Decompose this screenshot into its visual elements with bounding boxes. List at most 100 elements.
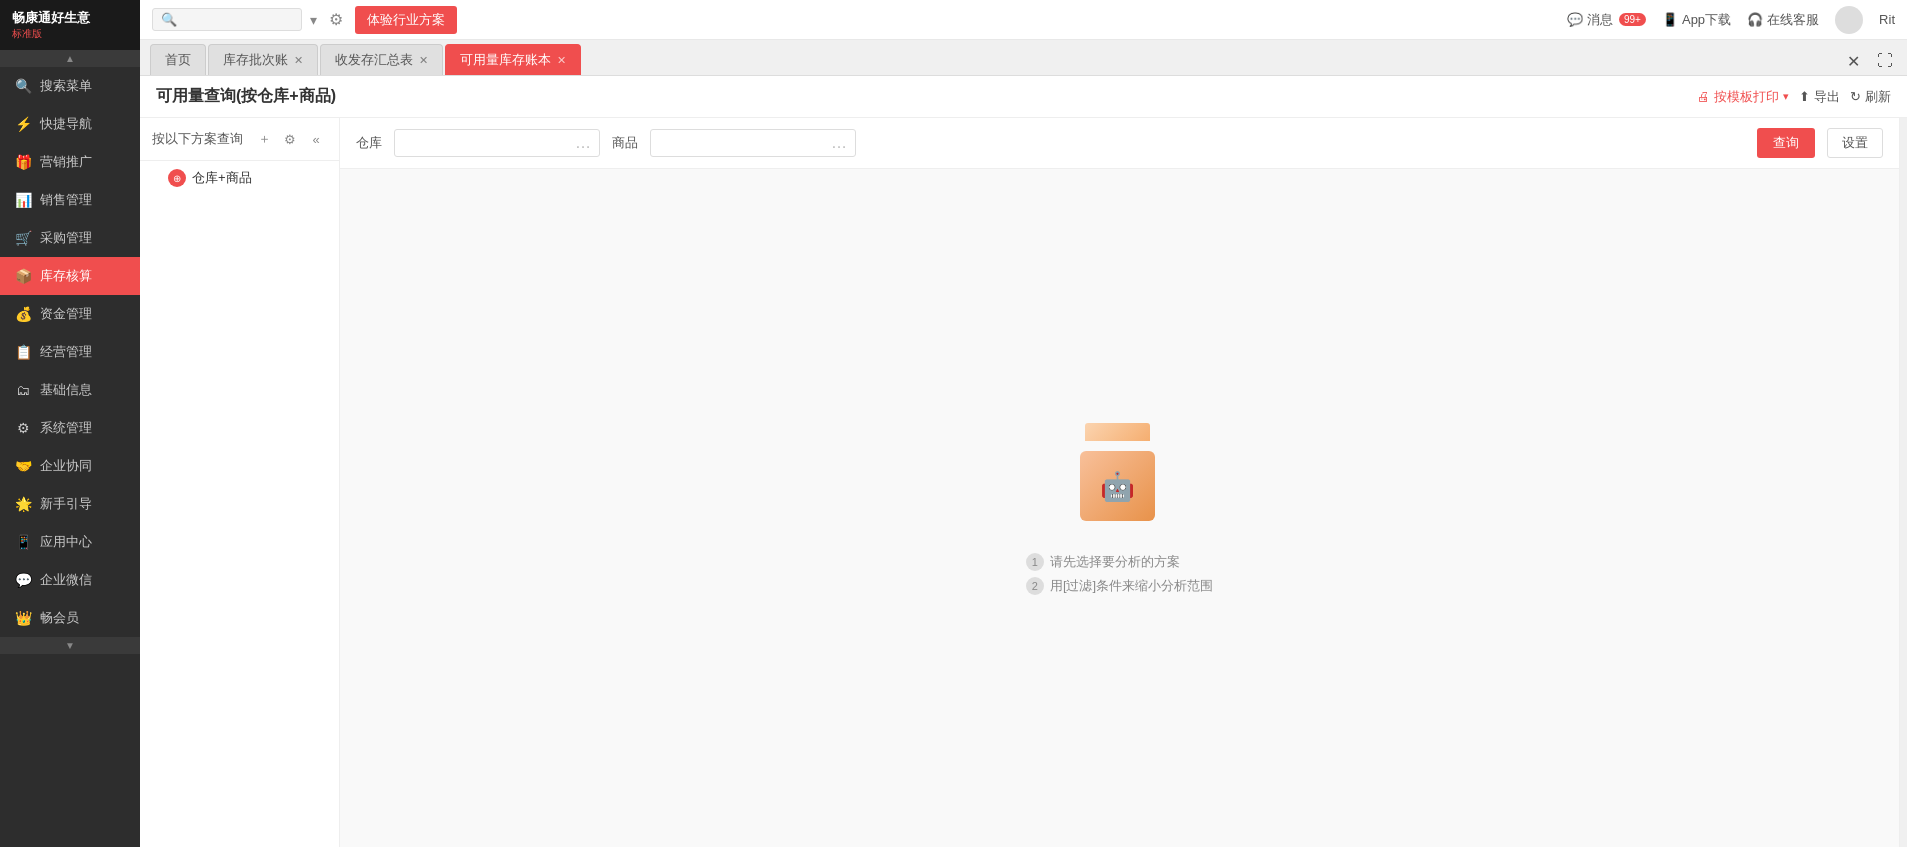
sidebar-item-label: 采购管理 — [40, 229, 92, 247]
tab-available-close[interactable]: ✕ — [557, 54, 566, 67]
scheme-item-warehouse-product[interactable]: ⊕ 仓库+商品 — [140, 161, 339, 195]
tab-summary[interactable]: 收发存汇总表 ✕ — [320, 44, 443, 75]
folder-icon: 🗂 — [14, 381, 32, 399]
main-area: 🔍 ▾ ⚙ 体验行业方案 💬 消息 99+ 📱 App下载 🎧 在线客服 Rit — [140, 0, 1907, 847]
sidebar-item-label: 基础信息 — [40, 381, 92, 399]
sidebar-item-label: 企业协同 — [40, 457, 92, 475]
sidebar-item-sales[interactable]: 📊 销售管理 — [0, 181, 140, 219]
content-area: 按以下方案查询 ＋ ⚙ « ⊕ 仓库+商品 仓库 … 商品 — [140, 118, 1907, 847]
handshake-icon: 🤝 — [14, 457, 32, 475]
settings-icon[interactable]: ⚙ — [325, 10, 347, 29]
sidebar-item-apps[interactable]: 📱 应用中心 — [0, 523, 140, 561]
hint-number-1: 1 — [1026, 553, 1044, 571]
refresh-button[interactable]: ↻ 刷新 — [1850, 88, 1891, 106]
sidebar-item-search[interactable]: 🔍 搜索菜单 — [0, 67, 140, 105]
sidebar-item-label: 库存核算 — [40, 267, 92, 285]
warehouse-dots-icon[interactable]: … — [575, 134, 591, 152]
empty-hint-1: 1 请先选择要分析的方案 — [1026, 553, 1213, 571]
avatar[interactable] — [1835, 6, 1863, 34]
app-edition: 标准版 — [12, 27, 128, 40]
printer-icon: 🖨 — [1697, 89, 1710, 104]
tab-summary-label: 收发存汇总表 — [335, 51, 413, 69]
product-filter-input[interactable]: … — [650, 129, 856, 157]
close-window-button[interactable]: ✕ — [1839, 47, 1867, 75]
print-button[interactable]: 🖨 按模板打印 ▾ — [1697, 88, 1789, 106]
tab-home-label: 首页 — [165, 51, 191, 69]
left-panel-header: 按以下方案查询 ＋ ⚙ « — [140, 118, 339, 161]
scheme-label: 仓库+商品 — [192, 169, 252, 187]
sidebar-item-wechat[interactable]: 💬 企业微信 — [0, 561, 140, 599]
sidebar-item-operation[interactable]: 📋 经营管理 — [0, 333, 140, 371]
add-scheme-button[interactable]: ＋ — [253, 128, 275, 150]
chat-icon: 💬 — [14, 571, 32, 589]
app-download-label: App下载 — [1682, 11, 1731, 29]
empty-state: 🤖 1 请先选择要分析的方案 2 用[过滤]条件来缩小分析范围 — [340, 169, 1899, 847]
sidebar-item-shortcut[interactable]: ⚡ 快捷导航 — [0, 105, 140, 143]
hint-text-2: 用[过滤]条件来缩小分析范围 — [1050, 577, 1213, 595]
notification-badge: 99+ — [1619, 13, 1646, 26]
topbar-search-input[interactable] — [181, 13, 293, 27]
list-icon: 📋 — [14, 343, 32, 361]
sidebar-item-purchase[interactable]: 🛒 采购管理 — [0, 219, 140, 257]
phone-icon: 📱 — [14, 533, 32, 551]
username: Rit — [1879, 12, 1895, 27]
app-name: 畅康通好生意 — [12, 10, 90, 25]
settings-scheme-button[interactable]: ⚙ — [279, 128, 301, 150]
search-icon: 🔍 — [161, 12, 177, 27]
topbar-search-box[interactable]: 🔍 — [152, 8, 302, 31]
scheme-icon: ⊕ — [168, 169, 186, 187]
warehouse-filter-input[interactable]: … — [394, 129, 600, 157]
query-button[interactable]: 查询 — [1757, 128, 1815, 158]
app-download-button[interactable]: 📱 App下载 — [1662, 11, 1731, 29]
online-service-button[interactable]: 🎧 在线客服 — [1747, 11, 1819, 29]
sidebar-scroll-down[interactable]: ▼ — [0, 637, 140, 654]
sidebar-item-system[interactable]: ⚙ 系统管理 — [0, 409, 140, 447]
box-icon: 📦 — [14, 267, 32, 285]
sidebar-item-finance[interactable]: 💰 资金管理 — [0, 295, 140, 333]
empty-hint-2: 2 用[过滤]条件来缩小分析范围 — [1026, 577, 1213, 595]
tab-available-label: 可用量库存账本 — [460, 51, 551, 69]
tab-summary-close[interactable]: ✕ — [419, 54, 428, 67]
notifications-label: 消息 — [1587, 11, 1613, 29]
tab-home[interactable]: 首页 — [150, 44, 206, 75]
sidebar-item-cooperation[interactable]: 🤝 企业协同 — [0, 447, 140, 485]
product-dots-icon[interactable]: … — [831, 134, 847, 152]
sidebar-item-member[interactable]: 👑 畅会员 — [0, 599, 140, 637]
sidebar-item-marketing[interactable]: 🎁 营销推广 — [0, 143, 140, 181]
sidebar-header: 畅康通好生意 标准版 — [0, 0, 140, 50]
cart-icon: 🛒 — [14, 229, 32, 247]
warehouse-input[interactable] — [403, 136, 571, 151]
refresh-label: 刷新 — [1865, 88, 1891, 106]
sidebar-item-basic[interactable]: 🗂 基础信息 — [0, 371, 140, 409]
export-button[interactable]: ⬆ 导出 — [1799, 88, 1840, 106]
sidebar-item-inventory[interactable]: 📦 库存核算 — [0, 257, 140, 295]
print-dropdown-icon[interactable]: ▾ — [1783, 90, 1789, 103]
notifications-button[interactable]: 💬 消息 99+ — [1567, 11, 1646, 29]
sidebar-item-guide[interactable]: 🌟 新手引导 — [0, 485, 140, 523]
chart-icon: 📊 — [14, 191, 32, 209]
window-actions: ✕ ⛶ — [1839, 47, 1907, 75]
dropdown-arrow-icon[interactable]: ▾ — [310, 12, 317, 28]
empty-visual: 🤖 — [1060, 421, 1180, 541]
sidebar-item-label: 新手引导 — [40, 495, 92, 513]
filter-settings-button[interactable]: 设置 — [1827, 128, 1883, 158]
headset-icon: 🎧 — [1747, 12, 1763, 27]
sidebar: 畅康通好生意 标准版 ▲ 🔍 搜索菜单 ⚡ 快捷导航 🎁 营销推广 📊 销售管理… — [0, 0, 140, 847]
expand-window-button[interactable]: ⛶ — [1871, 47, 1899, 75]
tab-batch-close[interactable]: ✕ — [294, 54, 303, 67]
topbar: 🔍 ▾ ⚙ 体验行业方案 💬 消息 99+ 📱 App下载 🎧 在线客服 Rit — [140, 0, 1907, 40]
filter-bar: 仓库 … 商品 … 查询 设置 — [340, 118, 1899, 169]
right-scrollbar[interactable] — [1899, 118, 1907, 847]
sidebar-scroll-up[interactable]: ▲ — [0, 50, 140, 67]
warehouse-filter-label: 仓库 — [356, 134, 382, 152]
collapse-panel-button[interactable]: « — [305, 128, 327, 150]
sidebar-item-label: 搜索菜单 — [40, 77, 92, 95]
right-panel: 仓库 … 商品 … 查询 设置 — [340, 118, 1899, 847]
page-actions: 🖨 按模板打印 ▾ ⬆ 导出 ↻ 刷新 — [1697, 88, 1891, 106]
industry-solution-button[interactable]: 体验行业方案 — [355, 6, 457, 34]
product-input[interactable] — [659, 136, 827, 151]
tab-available[interactable]: 可用量库存账本 ✕ — [445, 44, 581, 75]
tab-batch[interactable]: 库存批次账 ✕ — [208, 44, 318, 75]
sidebar-item-label: 快捷导航 — [40, 115, 92, 133]
sidebar-item-label: 企业微信 — [40, 571, 92, 589]
